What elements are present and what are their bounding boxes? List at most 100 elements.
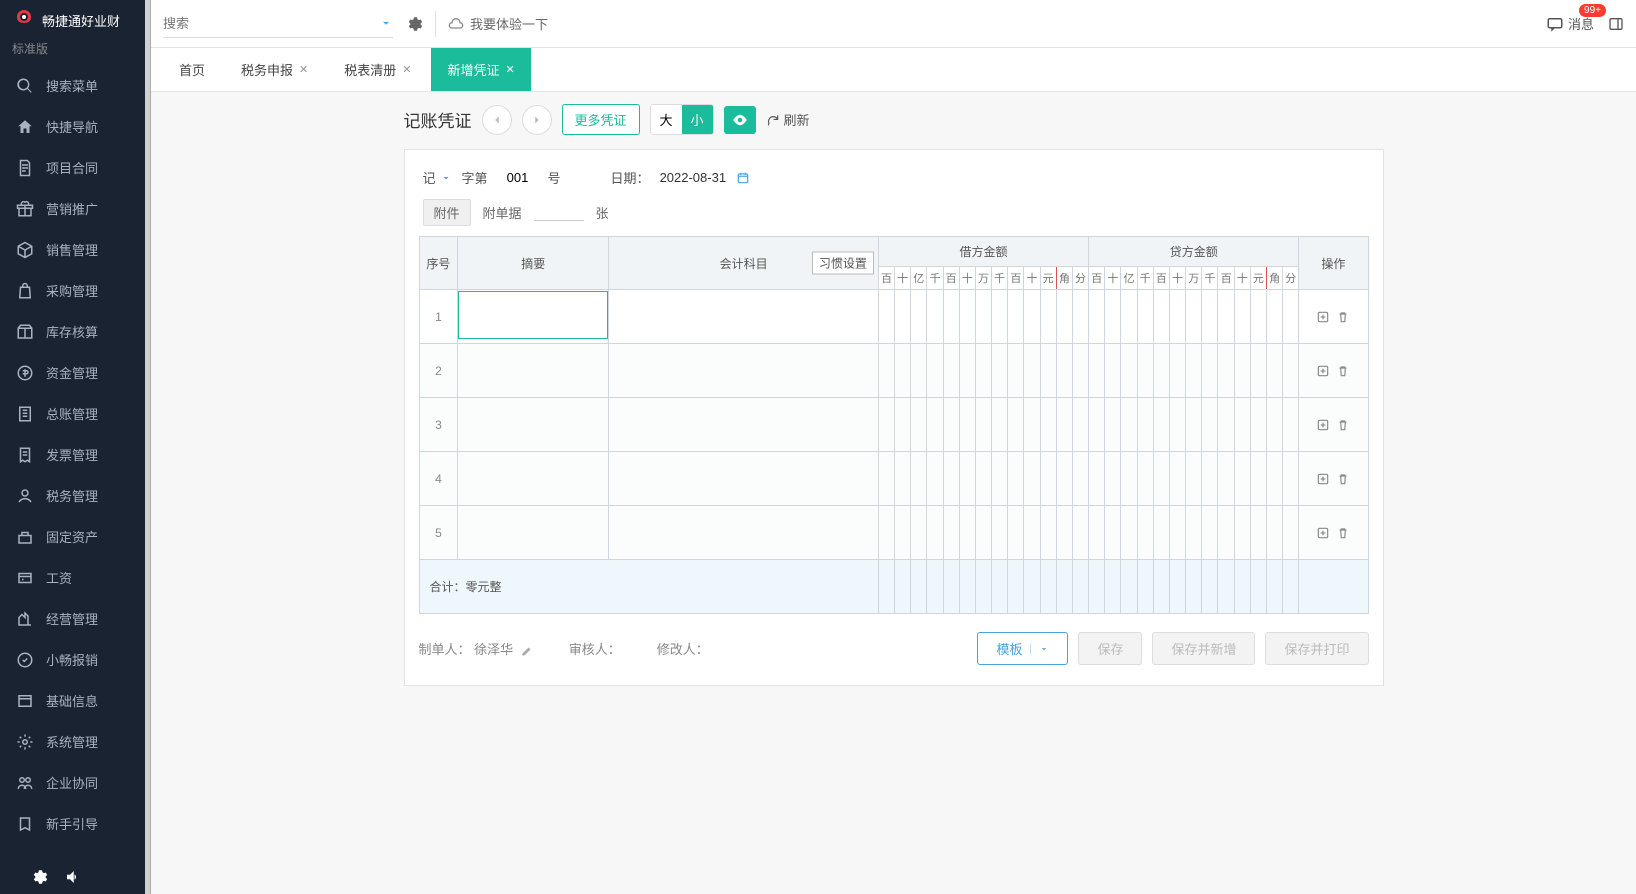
digit-cell[interactable] [1283,344,1299,398]
digit-cell[interactable] [1121,290,1137,344]
digit-cell[interactable] [878,290,894,344]
next-voucher-button[interactable] [522,105,552,135]
sidebar-item-4[interactable]: 销售管理 [0,229,145,270]
digit-cell[interactable] [1186,290,1202,344]
digit-cell[interactable] [959,398,975,452]
summary-cell[interactable] [458,506,609,560]
digit-cell[interactable] [911,344,927,398]
digit-cell[interactable] [1186,344,1202,398]
template-button[interactable]: 模板 [977,632,1068,665]
digit-cell[interactable] [1105,290,1121,344]
digit-cell[interactable] [1105,452,1121,506]
digit-cell[interactable] [927,452,943,506]
sidebar-item-6[interactable]: 库存核算 [0,311,145,352]
attachment-button[interactable]: 附件 [423,199,471,226]
digit-cell[interactable] [911,398,927,452]
digit-cell[interactable] [927,506,943,560]
digit-cell[interactable] [1153,452,1169,506]
size-large[interactable]: 大 [651,105,682,134]
digit-cell[interactable] [943,506,959,560]
digit-cell[interactable] [1250,290,1266,344]
digit-cell[interactable] [943,290,959,344]
digit-cell[interactable] [1008,398,1024,452]
digit-cell[interactable] [1234,506,1250,560]
panel-toggle-icon[interactable] [1608,16,1624,32]
digit-cell[interactable] [1218,344,1234,398]
summary-cell[interactable] [458,344,609,398]
digit-cell[interactable] [895,344,911,398]
delete-row-icon[interactable] [1336,526,1350,540]
digit-cell[interactable] [1234,344,1250,398]
digit-cell[interactable] [1040,506,1056,560]
digit-cell[interactable] [1234,290,1250,344]
preview-button[interactable] [724,106,756,134]
digit-cell[interactable] [992,344,1008,398]
size-small[interactable]: 小 [682,105,713,134]
digit-cell[interactable] [1008,452,1024,506]
subject-cell[interactable] [609,452,879,506]
save-new-button[interactable]: 保存并新增 [1152,632,1255,665]
digit-cell[interactable] [1137,452,1153,506]
message-button[interactable]: 消息 99+ [1546,14,1594,33]
digit-cell[interactable] [1072,398,1088,452]
sidebar-item-18[interactable]: 新手引导 [0,803,145,844]
digit-cell[interactable] [1283,398,1299,452]
tab-0[interactable]: 首页 [163,48,221,91]
digit-cell[interactable] [1121,506,1137,560]
digit-cell[interactable] [878,398,894,452]
digit-cell[interactable] [1089,506,1105,560]
digit-cell[interactable] [1234,398,1250,452]
digit-cell[interactable] [1121,398,1137,452]
voucher-date[interactable]: 2022-08-31 [660,170,727,185]
digit-cell[interactable] [1283,452,1299,506]
digit-cell[interactable] [1169,398,1185,452]
delete-row-icon[interactable] [1336,418,1350,432]
digit-cell[interactable] [1153,290,1169,344]
digit-cell[interactable] [878,452,894,506]
digit-cell[interactable] [927,344,943,398]
digit-cell[interactable] [1250,452,1266,506]
tab-1[interactable]: 税务申报✕ [225,48,324,91]
sidebar-item-5[interactable]: 采购管理 [0,270,145,311]
add-row-icon[interactable] [1316,310,1330,324]
bill-count-input[interactable] [534,205,584,221]
sidebar-item-14[interactable]: 小畅报销 [0,639,145,680]
digit-cell[interactable] [1072,344,1088,398]
sidebar-item-16[interactable]: 系统管理 [0,721,145,762]
digit-cell[interactable] [1040,290,1056,344]
settings-icon[interactable] [30,868,48,886]
digit-cell[interactable] [1024,344,1040,398]
digit-cell[interactable] [911,290,927,344]
digit-cell[interactable] [1250,398,1266,452]
digit-cell[interactable] [992,398,1008,452]
digit-cell[interactable] [1121,452,1137,506]
summary-input[interactable] [458,291,608,339]
digit-cell[interactable] [1169,506,1185,560]
sidebar-item-8[interactable]: 总账管理 [0,393,145,434]
delete-row-icon[interactable] [1336,364,1350,378]
sidebar-item-10[interactable]: 税务管理 [0,475,145,516]
digit-cell[interactable] [1040,344,1056,398]
digit-cell[interactable] [1153,344,1169,398]
digit-cell[interactable] [1267,452,1283,506]
delete-row-icon[interactable] [1336,472,1350,486]
digit-cell[interactable] [895,452,911,506]
experience-link[interactable]: 我要体验一下 [448,14,548,33]
sidebar-item-7[interactable]: 资金管理 [0,352,145,393]
gear-icon[interactable] [405,15,423,33]
digit-cell[interactable] [1169,344,1185,398]
digit-cell[interactable] [1218,290,1234,344]
chevron-down-icon[interactable] [1030,644,1049,654]
digit-cell[interactable] [1250,344,1266,398]
digit-cell[interactable] [895,506,911,560]
prev-voucher-button[interactable] [482,105,512,135]
digit-cell[interactable] [1267,344,1283,398]
digit-cell[interactable] [992,290,1008,344]
digit-cell[interactable] [1218,452,1234,506]
save-print-button[interactable]: 保存并打印 [1265,632,1368,665]
digit-cell[interactable] [927,398,943,452]
close-icon[interactable]: ✕ [299,63,308,76]
digit-cell[interactable] [1202,290,1218,344]
digit-cell[interactable] [1267,398,1283,452]
digit-cell[interactable] [1056,452,1072,506]
